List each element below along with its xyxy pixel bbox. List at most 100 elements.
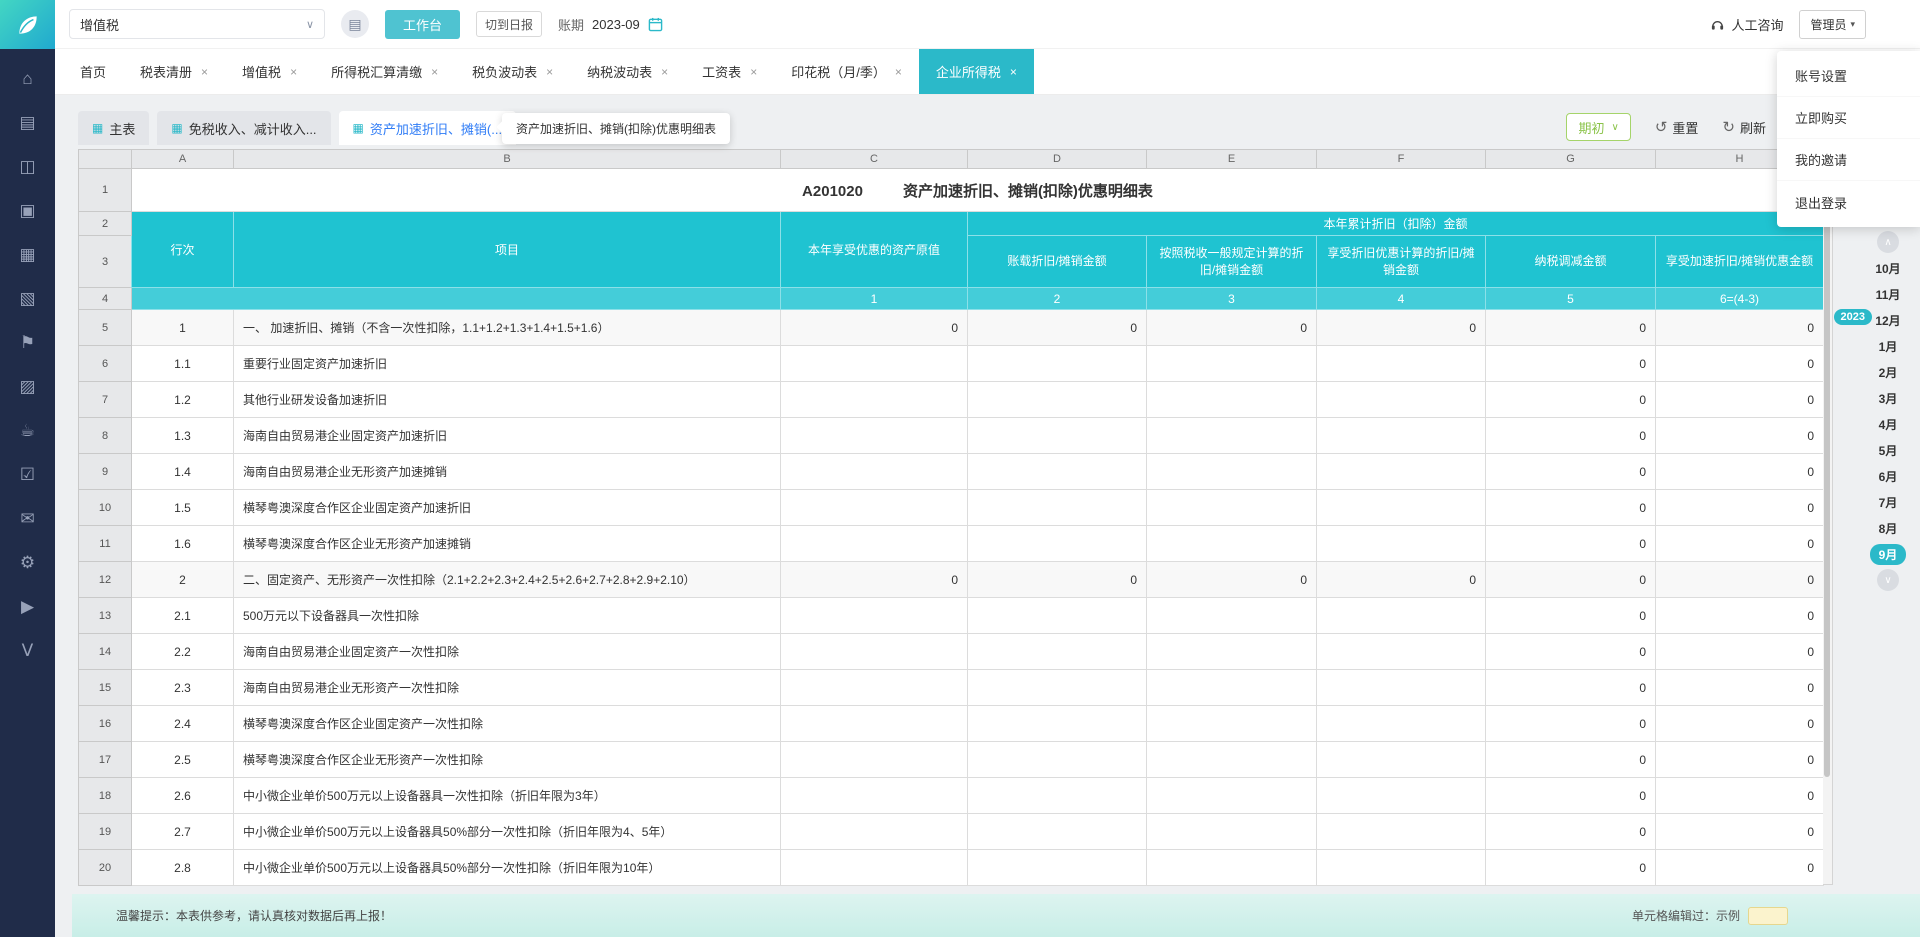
value-cell[interactable]: 0 <box>1485 777 1656 814</box>
value-cell[interactable] <box>780 813 968 850</box>
value-cell[interactable]: 0 <box>1655 561 1824 598</box>
value-cell[interactable]: 0 <box>1485 705 1656 742</box>
value-cell[interactable] <box>1316 525 1486 562</box>
value-cell[interactable] <box>1316 741 1486 778</box>
value-cell[interactable]: 0 <box>1485 813 1656 850</box>
support-link[interactable]: 人工咨询 <box>1710 15 1783 34</box>
value-cell[interactable] <box>1146 741 1317 778</box>
workspace-tab[interactable]: 企业所得税 × <box>918 49 1034 94</box>
value-cell[interactable]: 0 <box>1655 597 1824 634</box>
value-cell[interactable]: 0 <box>1316 309 1486 346</box>
value-cell[interactable] <box>780 741 968 778</box>
value-cell[interactable] <box>967 381 1147 418</box>
workspace-tab[interactable]: 工资表 × <box>685 49 774 94</box>
report-select[interactable]: 增值税 ∨ <box>69 9 325 39</box>
month-item[interactable]: 3月 <box>1862 385 1914 411</box>
reset-button[interactable]: ↺ 重置 <box>1655 118 1699 137</box>
value-cell[interactable] <box>1146 453 1317 490</box>
value-cell[interactable] <box>967 597 1147 634</box>
docs-icon[interactable]: ▨ <box>0 365 55 409</box>
value-cell[interactable] <box>967 669 1147 706</box>
value-cell[interactable] <box>780 633 968 670</box>
service-icon[interactable]: ☕ <box>0 409 55 453</box>
month-item[interactable]: 6月 <box>1862 463 1914 489</box>
value-cell[interactable]: 0 <box>967 561 1147 598</box>
value-cell[interactable] <box>780 669 968 706</box>
value-cell[interactable] <box>1146 489 1317 526</box>
value-cell[interactable] <box>1146 813 1317 850</box>
media-icon[interactable]: ▶ <box>0 585 55 629</box>
scrollbar-thumb[interactable] <box>1824 162 1830 777</box>
value-cell[interactable] <box>1146 597 1317 634</box>
value-cell[interactable]: 0 <box>780 561 968 598</box>
month-item[interactable]: 2月 <box>1862 359 1914 385</box>
month-item[interactable]: 10月 <box>1862 255 1914 281</box>
value-cell[interactable] <box>967 453 1147 490</box>
value-cell[interactable]: 0 <box>1485 525 1656 562</box>
workspace-tab[interactable]: 增值税 × <box>225 49 314 94</box>
value-cell[interactable] <box>967 777 1147 814</box>
value-cell[interactable] <box>1146 669 1317 706</box>
value-cell[interactable]: 0 <box>1485 633 1656 670</box>
value-cell[interactable] <box>780 489 968 526</box>
workspace-tab[interactable]: 首页 <box>63 49 123 94</box>
value-cell[interactable] <box>1316 345 1486 382</box>
mailbox-icon[interactable]: ✉ <box>0 497 55 541</box>
rail-scroll-up-button[interactable]: ∧ <box>1877 231 1899 253</box>
value-cell[interactable]: 0 <box>1485 597 1656 634</box>
value-cell[interactable] <box>1316 453 1486 490</box>
value-cell[interactable] <box>967 813 1147 850</box>
value-cell[interactable]: 0 <box>1146 309 1317 346</box>
value-cell[interactable]: 0 <box>1485 489 1656 526</box>
value-cell[interactable]: 0 <box>1485 309 1656 346</box>
value-cell[interactable] <box>1316 381 1486 418</box>
menu-item-buy-now[interactable]: 立即购买 <box>1777 97 1920 139</box>
month-item[interactable]: 11月 <box>1862 281 1914 307</box>
value-cell[interactable] <box>780 597 968 634</box>
value-cell[interactable] <box>780 417 968 454</box>
value-cell[interactable] <box>967 345 1147 382</box>
settings-icon[interactable]: ⚙ <box>0 541 55 585</box>
value-cell[interactable] <box>780 453 968 490</box>
value-cell[interactable] <box>1316 597 1486 634</box>
value-cell[interactable] <box>780 705 968 742</box>
value-cell[interactable] <box>967 705 1147 742</box>
value-cell[interactable]: 0 <box>1146 561 1317 598</box>
subtab-accelerated-depreciation[interactable]: ▦ 资产加速折旧、摊销(... <box>338 111 517 145</box>
workspace-tab[interactable]: 印花税（月/季） × <box>774 49 919 94</box>
value-cell[interactable] <box>967 849 1147 886</box>
value-cell[interactable] <box>780 525 968 562</box>
close-tab-icon[interactable]: × <box>546 65 553 79</box>
home-icon[interactable]: ⌂ <box>0 57 55 101</box>
value-cell[interactable]: 0 <box>1485 561 1656 598</box>
value-cell[interactable] <box>1146 633 1317 670</box>
value-cell[interactable] <box>780 345 968 382</box>
value-cell[interactable] <box>967 417 1147 454</box>
rail-scroll-down-button[interactable]: ∨ <box>1877 569 1899 591</box>
value-cell[interactable] <box>1316 705 1486 742</box>
value-cell[interactable] <box>1316 777 1486 814</box>
value-cell[interactable] <box>780 381 968 418</box>
value-cell[interactable]: 0 <box>1655 417 1824 454</box>
value-cell[interactable] <box>1316 417 1486 454</box>
subtab-main-table[interactable]: ▦ 主表 <box>78 111 150 145</box>
value-cell[interactable]: 0 <box>1655 381 1824 418</box>
value-cell[interactable]: 0 <box>967 309 1147 346</box>
subtab-tax-free-income[interactable]: ▦ 免税收入、减计收入... <box>157 111 331 145</box>
report-icon[interactable]: ◫ <box>0 145 55 189</box>
period-dropdown-button[interactable]: 期初 ∨ <box>1566 113 1631 141</box>
month-item[interactable]: 5月 <box>1862 437 1914 463</box>
workspace-tab[interactable]: 税表清册 × <box>123 49 225 94</box>
value-cell[interactable]: 0 <box>1655 345 1824 382</box>
value-cell[interactable] <box>1316 849 1486 886</box>
month-item[interactable]: 7月 <box>1862 489 1914 515</box>
audit-icon[interactable]: ☑ <box>0 453 55 497</box>
value-cell[interactable] <box>780 849 968 886</box>
value-cell[interactable] <box>967 633 1147 670</box>
value-cell[interactable] <box>1316 489 1486 526</box>
value-cell[interactable]: 0 <box>1655 777 1824 814</box>
value-cell[interactable]: 0 <box>1655 669 1824 706</box>
value-cell[interactable] <box>967 741 1147 778</box>
value-cell[interactable] <box>1146 525 1317 562</box>
vertical-scrollbar[interactable] <box>1823 149 1833 885</box>
